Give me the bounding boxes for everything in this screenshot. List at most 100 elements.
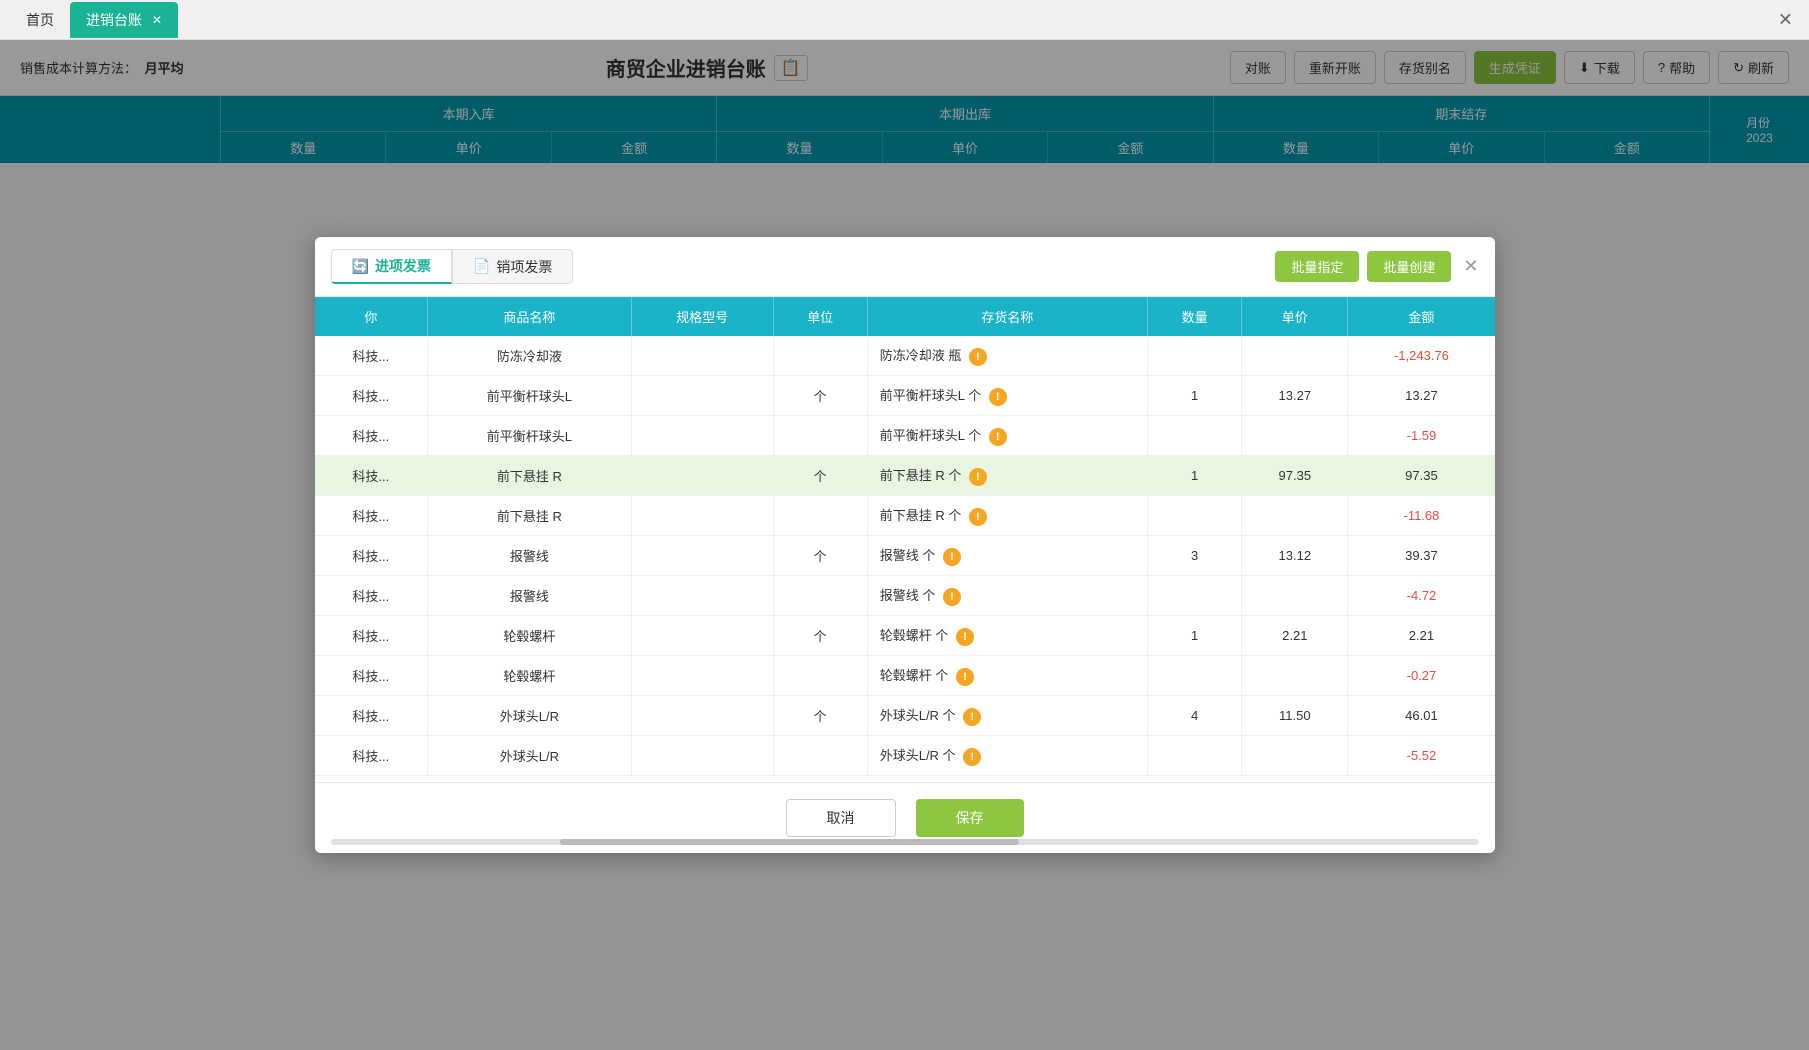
cell-price [1242,416,1348,456]
cell-unit [773,336,867,376]
cell-spec [631,736,773,776]
cell-unit [773,736,867,776]
tab-inventory[interactable]: 进销台账 ✕ [70,2,178,38]
cell-product-name: 防冻冷却液 [428,336,631,376]
cell-product-name: 报警线 [428,536,631,576]
cell-amount: -1,243.76 [1348,336,1495,376]
cell-company: 科技... [315,616,428,656]
table-row[interactable]: 科技... 前下悬挂 R 个 前下悬挂 R 个 ! 1 97.35 97.35 [315,456,1495,496]
col-header-qty: 数量 [1148,297,1242,336]
warning-icon: ! [989,388,1007,406]
scroll-thumb[interactable] [560,839,1019,845]
modal-overlay: 🔄 进项发票 📄 销项发票 批量指定 批量创建 ✕ [0,40,1809,1050]
warning-icon: ! [969,468,987,486]
cell-company: 科技... [315,336,428,376]
cell-amount: 46.01 [1348,696,1495,736]
table-row[interactable]: 科技... 前平衡杆球头L 前平衡杆球头L 个 ! -1.59 [315,416,1495,456]
cell-inventory-name: 前平衡杆球头L 个 ! [867,376,1147,416]
tab-sales-invoice[interactable]: 📄 销项发票 [452,249,573,284]
cell-spec [631,376,773,416]
sales-invoice-icon: 📄 [473,258,490,275]
save-button[interactable]: 保存 [916,799,1024,837]
purchase-invoice-icon: 🔄 [352,258,369,275]
table-row[interactable]: 科技... 外球头L/R 外球头L/R 个 ! -5.52 [315,736,1495,776]
cell-company: 科技... [315,696,428,736]
cell-unit [773,496,867,536]
cell-qty [1148,496,1242,536]
cell-inventory-name: 外球头L/R 个 ! [867,696,1147,736]
col-header-unit: 单位 [773,297,867,336]
tab-home[interactable]: 首页 [10,2,70,38]
table-row[interactable]: 科技... 前平衡杆球头L 个 前平衡杆球头L 个 ! 1 13.27 13.2… [315,376,1495,416]
cell-inventory-name: 前平衡杆球头L 个 ! [867,416,1147,456]
cell-qty [1148,736,1242,776]
col-header-spec: 规格型号 [631,297,773,336]
cell-amount: 2.21 [1348,616,1495,656]
warning-icon: ! [956,628,974,646]
cell-price: 2.21 [1242,616,1348,656]
col-header-inventory-name: 存货名称 [867,297,1147,336]
cell-company: 科技... [315,576,428,616]
modal-close-icon[interactable]: ✕ [1463,256,1478,277]
cell-unit [773,656,867,696]
tab-purchase-invoice[interactable]: 🔄 进项发票 [331,249,452,284]
modal-table[interactable]: 你 商品名称 规格型号 单位 存货名称 数量 单价 金额 科技... 防冻冷却液 [315,297,1495,776]
cell-product-name: 外球头L/R [428,696,631,736]
cell-company: 科技... [315,656,428,696]
cell-qty: 4 [1148,696,1242,736]
cell-amount: 97.35 [1348,456,1495,496]
warning-icon: ! [989,428,1007,446]
cell-unit: 个 [773,536,867,576]
cell-company: 科技... [315,376,428,416]
cell-price: 13.27 [1242,376,1348,416]
cell-product-name: 外球头L/R [428,736,631,776]
cell-product-name: 轮毂螺杆 [428,616,631,656]
table-row[interactable]: 科技... 轮毂螺杆 个 轮毂螺杆 个 ! 1 2.21 2.21 [315,616,1495,656]
cell-qty [1148,416,1242,456]
cell-qty: 1 [1148,616,1242,656]
cell-price [1242,656,1348,696]
main-area: 销售成本计算方法： 月平均 商贸企业进销台账 📋 对账 重新开账 存货别名 生成… [0,40,1809,1050]
cell-price [1242,736,1348,776]
cell-spec [631,656,773,696]
batch-assign-button[interactable]: 批量指定 [1275,251,1359,282]
cell-qty: 3 [1148,536,1242,576]
cell-spec [631,496,773,536]
tab-bar: 首页 进销台账 ✕ ✕ [0,0,1809,40]
col-header-product-name: 商品名称 [428,297,631,336]
batch-create-button[interactable]: 批量创建 [1367,251,1451,282]
cell-company: 科技... [315,736,428,776]
table-row[interactable]: 科技... 防冻冷却液 防冻冷却液 瓶 ! -1,243.76 [315,336,1495,376]
cell-spec [631,576,773,616]
invoice-table: 你 商品名称 规格型号 单位 存货名称 数量 单价 金额 科技... 防冻冷却液 [315,297,1495,776]
tab-close-icon[interactable]: ✕ [152,13,162,27]
cell-product-name: 前下悬挂 R [428,456,631,496]
cell-amount: -4.72 [1348,576,1495,616]
cell-price [1242,336,1348,376]
table-row[interactable]: 科技... 报警线 个 报警线 个 ! 3 13.12 39.37 [315,536,1495,576]
cell-inventory-name: 前下悬挂 R 个 ! [867,456,1147,496]
cell-unit: 个 [773,616,867,656]
cell-price: 13.12 [1242,536,1348,576]
table-row[interactable]: 科技... 报警线 报警线 个 ! -4.72 [315,576,1495,616]
horizontal-scrollbar[interactable] [331,839,1479,845]
cell-inventory-name: 轮毂螺杆 个 ! [867,616,1147,656]
cell-amount: -0.27 [1348,656,1495,696]
cell-product-name: 前下悬挂 R [428,496,631,536]
table-row[interactable]: 科技... 轮毂螺杆 轮毂螺杆 个 ! -0.27 [315,656,1495,696]
cell-spec [631,416,773,456]
cancel-button[interactable]: 取消 [786,799,896,837]
window-close-icon[interactable]: ✕ [1778,9,1793,30]
cell-amount: -5.52 [1348,736,1495,776]
warning-icon: ! [963,708,981,726]
table-row[interactable]: 科技... 外球头L/R 个 外球头L/R 个 ! 4 11.50 46.01 [315,696,1495,736]
cell-inventory-name: 外球头L/R 个 ! [867,736,1147,776]
modal-tabs: 🔄 进项发票 📄 销项发票 [331,249,574,284]
cell-amount: 39.37 [1348,536,1495,576]
warning-icon: ! [969,348,987,366]
cell-inventory-name: 轮毂螺杆 个 ! [867,656,1147,696]
table-header-row: 你 商品名称 规格型号 单位 存货名称 数量 单价 金额 [315,297,1495,336]
warning-icon: ! [943,588,961,606]
cell-price [1242,496,1348,536]
table-row[interactable]: 科技... 前下悬挂 R 前下悬挂 R 个 ! -11.68 [315,496,1495,536]
